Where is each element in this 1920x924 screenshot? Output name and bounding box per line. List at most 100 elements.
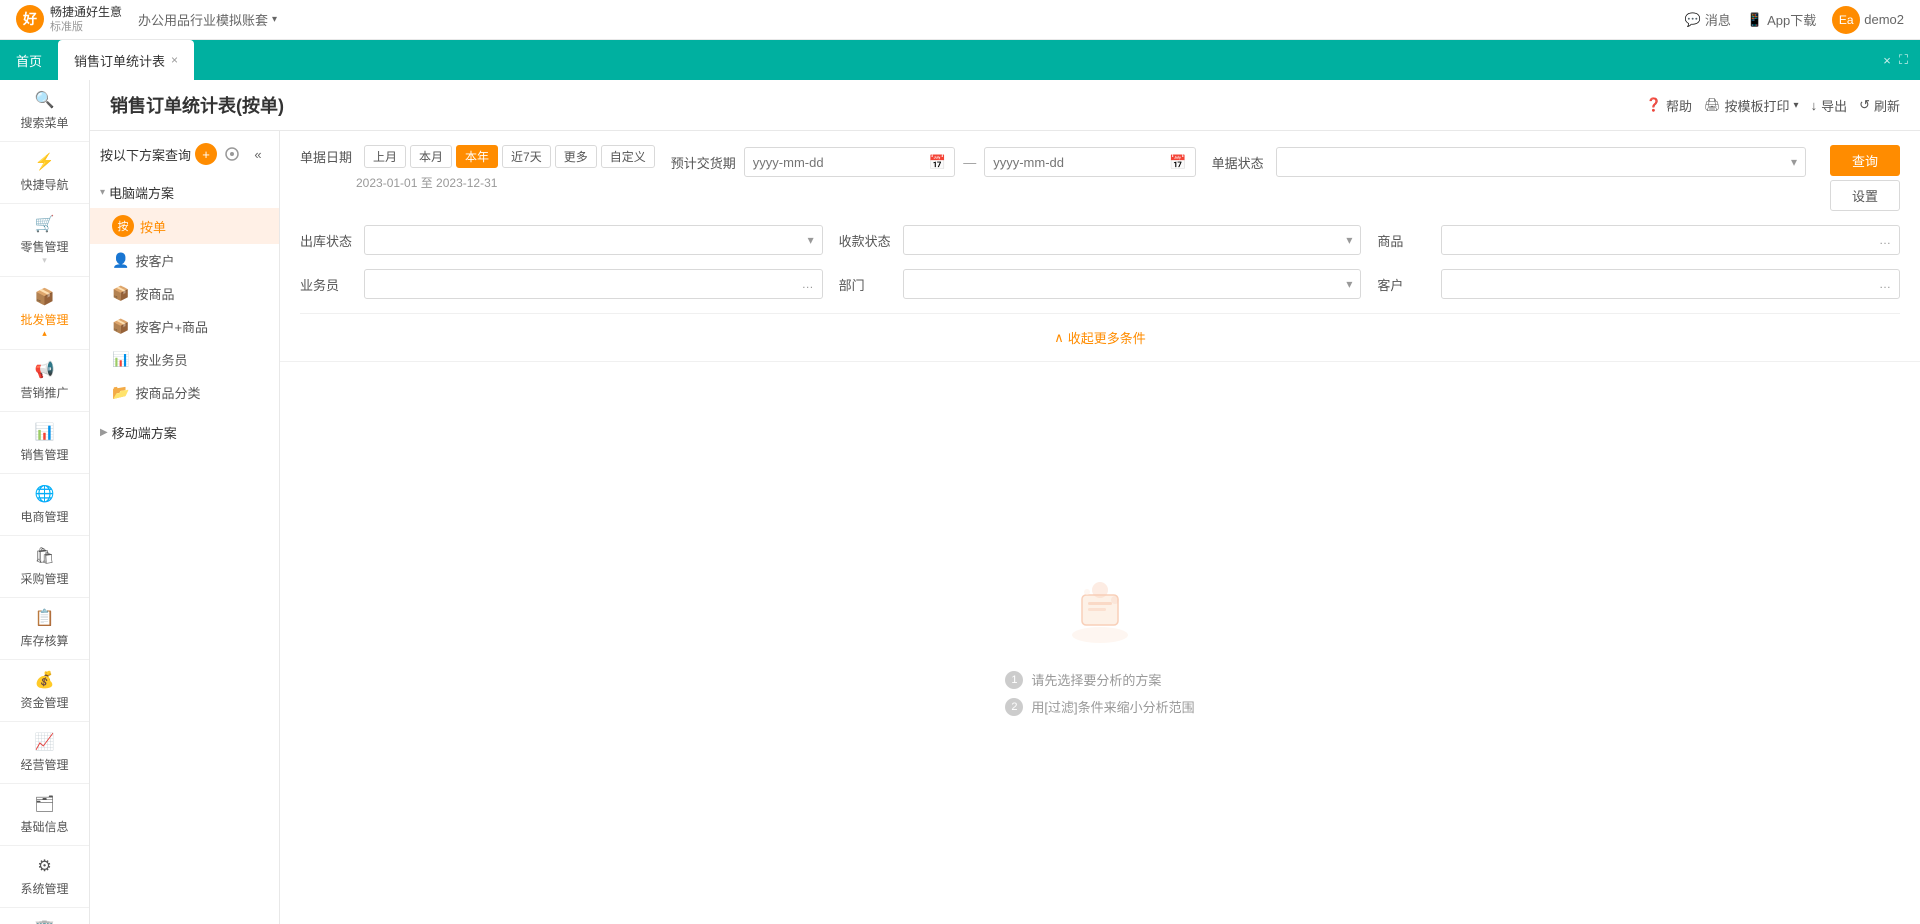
expected-date-start-input[interactable]: 📅: [744, 147, 955, 177]
expected-date-end-field[interactable]: [993, 155, 1169, 170]
main-right: 单据日期 上月 本月 本年 近7天 更多 自定义: [280, 131, 1920, 924]
sidebar-item-enterprise[interactable]: 🏢 企业协同: [0, 908, 89, 924]
scheme-item-by-customer[interactable]: 👤 按客户: [90, 244, 279, 277]
date-btn-custom[interactable]: 自定义: [601, 145, 655, 168]
goods-field[interactable]: [1450, 233, 1879, 248]
tab-sales-order-stats[interactable]: 销售订单统计表 ×: [58, 40, 194, 80]
refresh-btn[interactable]: ↺ 刷新: [1859, 96, 1900, 115]
by-order-active-icon: 按: [112, 215, 134, 237]
doc-status-arrow-icon: ▾: [1791, 155, 1797, 169]
collapse-btn[interactable]: ∧ 收起更多条件: [1048, 322, 1152, 353]
scheme-item-by-cust-goods[interactable]: 📦 按客户+商品: [90, 310, 279, 343]
tip-2-number: 2: [1005, 698, 1023, 716]
avatar: Ea: [1832, 6, 1860, 34]
scheme-collapse-btn[interactable]: «: [247, 143, 269, 165]
export-icon: ↓: [1811, 98, 1818, 113]
export-btn[interactable]: ↓ 导出: [1811, 96, 1848, 115]
finance-icon: 💰: [35, 670, 55, 690]
sidebar-item-inventory[interactable]: 📋 库存核算: [0, 598, 89, 660]
message-btn[interactable]: 💬 消息: [1685, 10, 1731, 29]
sidebar-item-finance[interactable]: 💰 资金管理: [0, 660, 89, 722]
sidebar-item-quick-nav[interactable]: ⚡ 快捷导航: [0, 142, 89, 204]
salesman-input[interactable]: …: [364, 269, 823, 299]
sidebar-item-system[interactable]: ⚙ 系统管理: [0, 846, 89, 908]
print-icon: 🖨: [1704, 97, 1721, 113]
scheme-add-btn[interactable]: +: [195, 143, 217, 165]
filter-row-2: 出库状态 ▾ 收款状态 ▾: [300, 225, 1900, 255]
date-btn-this-year[interactable]: 本年: [456, 145, 498, 168]
query-button[interactable]: 查询: [1830, 145, 1900, 176]
page-header: 销售订单统计表(按单) ❓ 帮助 🖨 按模板打印 ▾ ↓ 导出 ↺ 刷新: [90, 80, 1920, 131]
salesman-label: 业务员: [300, 275, 356, 294]
scheme-panel-header: 按以下方案查询 + «: [90, 139, 279, 173]
date-btn-last-7-days[interactable]: 近7天: [502, 145, 551, 168]
sidebar-item-search-menu[interactable]: 🔍 搜索菜单: [0, 80, 89, 142]
settings-button[interactable]: 设置: [1830, 180, 1900, 211]
receipt-status-select[interactable]: ▾: [903, 225, 1362, 255]
window-close-icon[interactable]: ×: [1883, 53, 1891, 68]
sales-icon: 📊: [35, 422, 55, 442]
ship-status-arrow-icon: ▾: [808, 233, 814, 247]
action-buttons: 查询 设置: [1822, 145, 1900, 211]
sidebar-item-purchase[interactable]: 🛍 采购管理: [0, 536, 89, 598]
search-menu-icon: 🔍: [35, 90, 55, 110]
salesman-field[interactable]: [373, 277, 802, 292]
window-max-icon[interactable]: ⛶: [1899, 52, 1908, 68]
download-icon: 📱: [1747, 12, 1763, 28]
doc-status-select[interactable]: ▾: [1276, 147, 1806, 177]
sidebar-item-wholesale[interactable]: 📦 批发管理 ▴: [0, 277, 89, 350]
expected-date-label: 预计交货期: [671, 153, 736, 172]
inventory-icon: 📋: [35, 608, 55, 628]
date-btn-more[interactable]: 更多: [555, 145, 597, 168]
edit-icon: [225, 147, 239, 161]
scheme-item-by-salesman[interactable]: 📊 按业务员: [90, 343, 279, 376]
date-btn-last-month[interactable]: 上月: [364, 145, 406, 168]
dept-select[interactable]: ▾: [903, 269, 1362, 299]
goods-more-icon[interactable]: …: [1879, 233, 1891, 247]
filter-and-content: 单据日期 上月 本月 本年 近7天 更多 自定义: [280, 131, 1920, 924]
scheme-section-pc-title[interactable]: ▾ 电脑端方案: [90, 177, 279, 208]
scheme-edit-btn[interactable]: [221, 143, 243, 165]
sidebar-item-ecommerce[interactable]: 🌐 电商管理: [0, 474, 89, 536]
scheme-section-mobile-title[interactable]: ▶ 移动端方案: [90, 417, 279, 448]
user-menu[interactable]: Ea demo2: [1832, 6, 1904, 34]
print-btn[interactable]: 🖨 按模板打印 ▾: [1704, 96, 1799, 115]
customer-more-icon[interactable]: …: [1879, 277, 1891, 291]
scheme-item-by-goods[interactable]: 📦 按商品: [90, 277, 279, 310]
expected-date-start-field[interactable]: [753, 155, 929, 170]
customer-input[interactable]: …: [1441, 269, 1900, 299]
goods-input[interactable]: …: [1441, 225, 1900, 255]
calendar-start-icon: 📅: [929, 154, 946, 171]
help-btn[interactable]: ❓ 帮助: [1646, 96, 1692, 115]
salesman-more-icon[interactable]: …: [802, 277, 814, 291]
date-btn-this-month[interactable]: 本月: [410, 145, 452, 168]
main-layout: 🔍 搜索菜单 ⚡ 快捷导航 🛒 零售管理 ▾ 📦 批发管理 ▴ 📢 营销推广 📊…: [0, 80, 1920, 924]
sidebar-item-retail[interactable]: 🛒 零售管理 ▾: [0, 204, 89, 277]
page-title: 销售订单统计表(按单): [110, 92, 284, 130]
message-icon: 💬: [1685, 12, 1701, 28]
customer-field[interactable]: [1450, 277, 1879, 292]
sidebar-item-marketing[interactable]: 📢 营销推广: [0, 350, 89, 412]
sidebar-item-sales[interactable]: 📊 销售管理: [0, 412, 89, 474]
content-body: 1 请先选择要分析的方案 2 用[过滤]条件来缩小分析范围: [280, 362, 1920, 924]
sidebar-item-basic[interactable]: 🗂 基础信息: [0, 784, 89, 846]
scheme-panel-icons: + «: [195, 143, 269, 165]
ship-status-select[interactable]: ▾: [364, 225, 823, 255]
page-header-actions: ❓ 帮助 🖨 按模板打印 ▾ ↓ 导出 ↺ 刷新: [1646, 96, 1900, 127]
tab-close-icon[interactable]: ×: [171, 53, 178, 67]
print-dropdown-icon: ▾: [1794, 100, 1799, 111]
app-selector[interactable]: 办公用品行业模拟账套 ▾: [130, 10, 285, 29]
expected-date-end-input[interactable]: 📅: [984, 147, 1195, 177]
sidebar-item-business[interactable]: 📈 经营管理: [0, 722, 89, 784]
by-salesman-icon: 📊: [112, 351, 129, 368]
tab-home[interactable]: 首页: [0, 40, 58, 80]
app-download-btn[interactable]: 📱 App下载: [1747, 10, 1816, 29]
customer-label: 客户: [1377, 275, 1433, 294]
scheme-item-by-goods-cat[interactable]: 📂 按商品分类: [90, 376, 279, 409]
wholesale-arrow-icon: ▴: [42, 328, 47, 339]
logo-text: 畅捷通好生意 标准版: [50, 5, 122, 35]
help-icon: ❓: [1646, 97, 1662, 113]
scheme-item-by-order[interactable]: 按 按单: [90, 208, 279, 244]
empty-tip-2: 2 用[过滤]条件来缩小分析范围: [1005, 697, 1194, 716]
tip-1-number: 1: [1005, 671, 1023, 689]
